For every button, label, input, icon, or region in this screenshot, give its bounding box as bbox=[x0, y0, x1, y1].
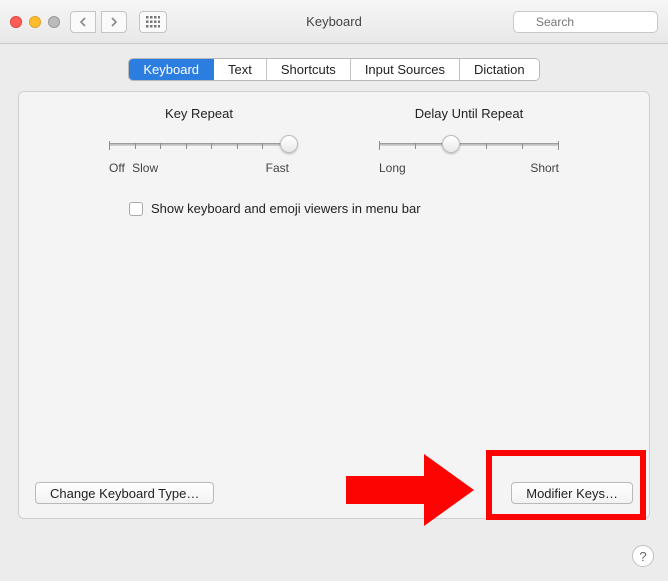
key-repeat-labels: Off Slow Fast bbox=[109, 161, 289, 175]
tab-input-sources[interactable]: Input Sources bbox=[351, 59, 460, 80]
window-controls bbox=[10, 16, 60, 28]
delay-slider[interactable] bbox=[379, 133, 559, 155]
nav-group bbox=[70, 11, 167, 33]
show-keyboard-viewers-checkbox[interactable] bbox=[129, 202, 143, 216]
key-repeat-fast-label: Fast bbox=[266, 161, 289, 175]
modifier-keys-button[interactable]: Modifier Keys… bbox=[511, 482, 633, 504]
key-repeat-off-label: Off bbox=[109, 161, 125, 175]
slider-knob-icon[interactable] bbox=[442, 135, 460, 153]
tab-shortcuts[interactable]: Shortcuts bbox=[267, 59, 351, 80]
sliders-row: Key Repeat Off Slow Fast Delay Until Rep… bbox=[19, 106, 649, 175]
delay-title: Delay Until Repeat bbox=[379, 106, 559, 121]
tab-text[interactable]: Text bbox=[214, 59, 267, 80]
search-wrap bbox=[513, 11, 658, 33]
show-all-preferences-button[interactable] bbox=[139, 11, 167, 33]
key-repeat-slider[interactable] bbox=[109, 133, 289, 155]
delay-short-label: Short bbox=[530, 161, 559, 175]
back-button[interactable] bbox=[70, 11, 96, 33]
change-keyboard-type-button[interactable]: Change Keyboard Type… bbox=[35, 482, 214, 504]
search-input[interactable] bbox=[513, 11, 658, 33]
key-repeat-slow-label: Slow bbox=[132, 161, 158, 175]
close-window-icon[interactable] bbox=[10, 16, 22, 28]
help-button[interactable]: ? bbox=[632, 545, 654, 567]
grid-icon bbox=[146, 16, 160, 28]
tabs: Keyboard Text Shortcuts Input Sources Di… bbox=[0, 58, 668, 81]
delay-labels: Long Short bbox=[379, 161, 559, 175]
tab-dictation[interactable]: Dictation bbox=[460, 59, 539, 80]
delay-block: Delay Until Repeat Long Short bbox=[379, 106, 559, 175]
panel-footer: Change Keyboard Type… Modifier Keys… bbox=[35, 482, 633, 504]
titlebar: Keyboard bbox=[0, 0, 668, 44]
show-keyboard-viewers-row: Show keyboard and emoji viewers in menu … bbox=[129, 201, 649, 216]
tab-keyboard[interactable]: Keyboard bbox=[129, 59, 214, 80]
delay-long-label: Long bbox=[379, 161, 406, 175]
minimize-window-icon[interactable] bbox=[29, 16, 41, 28]
tab-segment: Keyboard Text Shortcuts Input Sources Di… bbox=[128, 58, 539, 81]
show-keyboard-viewers-label: Show keyboard and emoji viewers in menu … bbox=[151, 201, 421, 216]
slider-knob-icon[interactable] bbox=[280, 135, 298, 153]
zoom-window-icon[interactable] bbox=[48, 16, 60, 28]
chevron-right-icon bbox=[110, 17, 118, 27]
keyboard-panel: Key Repeat Off Slow Fast Delay Until Rep… bbox=[18, 91, 650, 519]
key-repeat-block: Key Repeat Off Slow Fast bbox=[109, 106, 289, 175]
chevron-left-icon bbox=[79, 17, 87, 27]
key-repeat-title: Key Repeat bbox=[109, 106, 289, 121]
forward-button[interactable] bbox=[101, 11, 127, 33]
